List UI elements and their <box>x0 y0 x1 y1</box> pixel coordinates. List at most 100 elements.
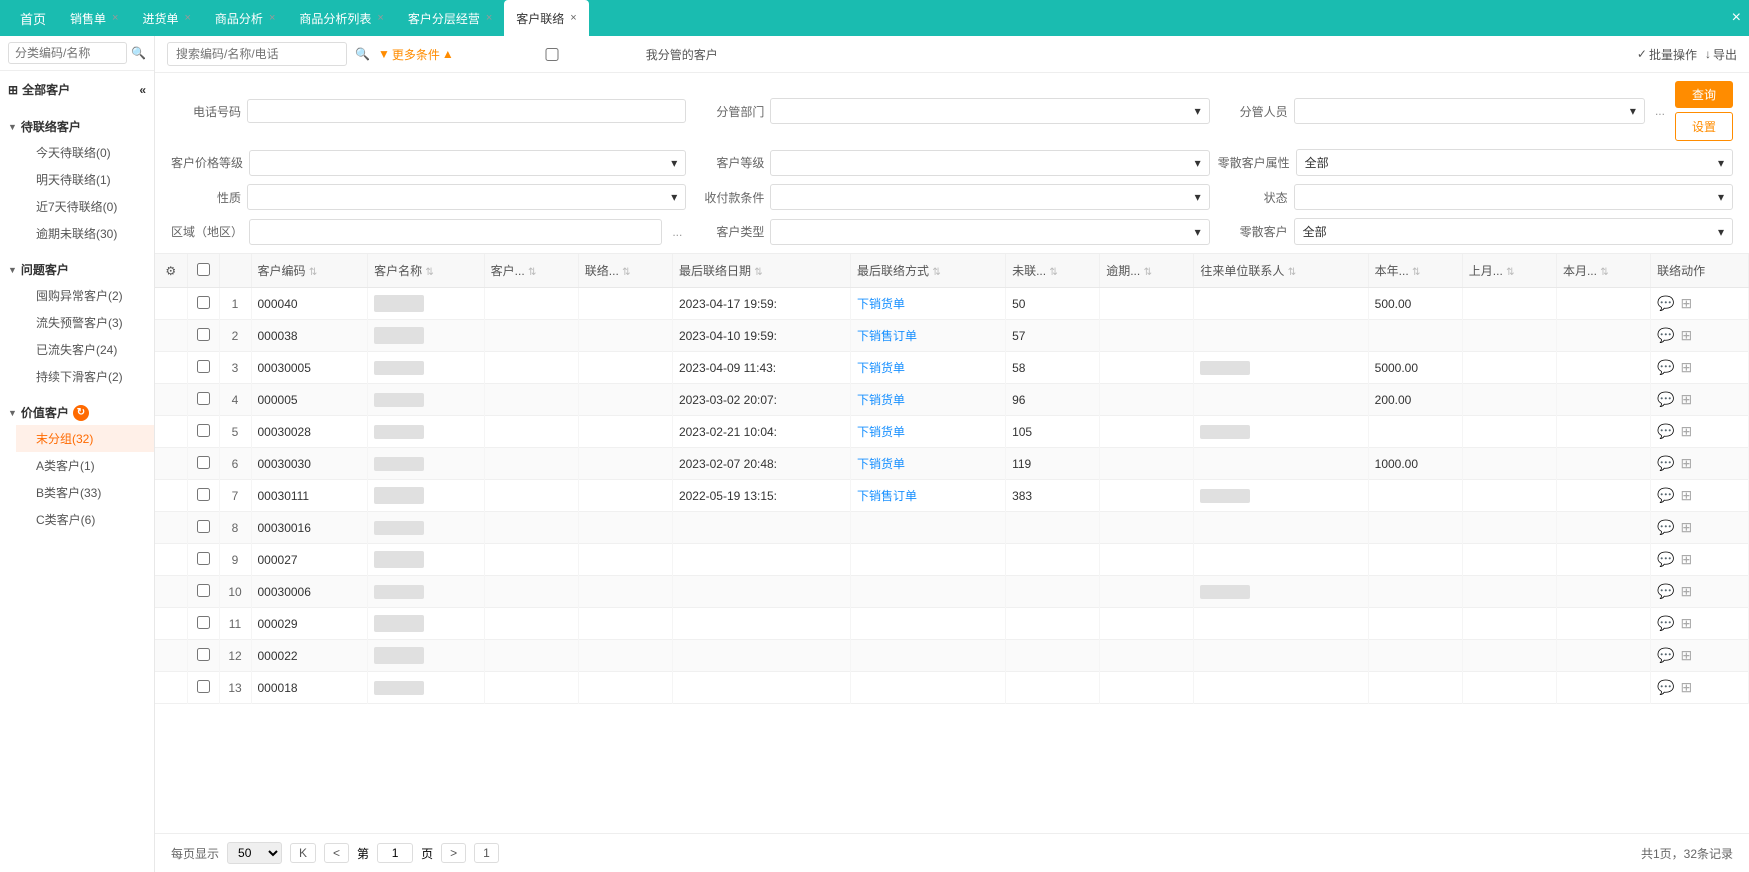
close-product-analysis-list-tab[interactable]: × <box>377 12 383 24</box>
td-checkbox[interactable] <box>187 416 219 448</box>
td-last-contact-way[interactable] <box>851 672 1006 704</box>
td-checkbox[interactable] <box>187 512 219 544</box>
more-action-icon[interactable]: ⊞ <box>1681 327 1693 344</box>
contact-way-link[interactable]: 下销售订单 <box>857 489 917 503</box>
td-last-contact-way[interactable] <box>851 512 1006 544</box>
page-number-input[interactable] <box>377 843 413 863</box>
filter-dept-select[interactable]: ▾ <box>770 98 1209 124</box>
my-customers-checkbox-label[interactable]: 我分管的客户 <box>462 46 718 63</box>
row-checkbox[interactable] <box>197 680 210 693</box>
filter-price-level-select[interactable]: ▾ <box>249 150 686 176</box>
reset-button-panel[interactable]: 设置 <box>1675 112 1733 141</box>
td-last-contact-way[interactable] <box>851 576 1006 608</box>
sidebar-item-churn-warning[interactable]: 流失预警客户(3) <box>16 309 154 336</box>
row-checkbox[interactable] <box>197 584 210 597</box>
more-action-icon[interactable]: ⊞ <box>1681 615 1693 632</box>
row-checkbox[interactable] <box>197 552 210 565</box>
td-checkbox[interactable] <box>187 672 219 704</box>
filter-nature-select[interactable]: ▾ <box>247 184 686 210</box>
th-type[interactable]: 客户... ⇅ <box>484 254 578 288</box>
more-conditions-button[interactable]: ▼ 更多条件 ▲ <box>378 46 454 63</box>
close-customer-layering-tab[interactable]: × <box>486 12 492 24</box>
select-all-checkbox[interactable] <box>197 263 210 276</box>
pending-contact-title[interactable]: ▼ 待联络客户 <box>0 112 154 139</box>
sidebar-item-overdue-pending[interactable]: 逾期未联络(30) <box>16 220 154 247</box>
th-last-contact-date[interactable]: 最后联络日期 ⇅ <box>672 254 850 288</box>
td-checkbox[interactable] <box>187 352 219 384</box>
row-checkbox[interactable] <box>197 424 210 437</box>
td-checkbox[interactable] <box>187 448 219 480</box>
close-product-analysis-tab[interactable]: × <box>269 12 275 24</box>
comment-action-icon[interactable]: 💬 <box>1657 615 1674 632</box>
comment-action-icon[interactable]: 💬 <box>1657 647 1674 664</box>
search-button-panel[interactable]: 查询 <box>1675 81 1733 108</box>
contact-way-link[interactable]: 下销货单 <box>857 393 905 407</box>
row-checkbox[interactable] <box>197 360 210 373</box>
row-checkbox[interactable] <box>197 648 210 661</box>
tab-product-analysis[interactable]: 商品分析 × <box>203 0 287 36</box>
sidebar-item-class-a[interactable]: A类客户(1) <box>16 452 154 479</box>
my-customers-checkbox[interactable] <box>462 48 642 61</box>
comment-action-icon[interactable]: 💬 <box>1657 583 1674 600</box>
more-action-icon[interactable]: ⊞ <box>1681 583 1693 600</box>
more-action-icon[interactable]: ⊞ <box>1681 295 1693 312</box>
comment-action-icon[interactable]: 💬 <box>1657 295 1674 312</box>
comment-action-icon[interactable]: 💬 <box>1657 519 1674 536</box>
td-checkbox[interactable] <box>187 384 219 416</box>
td-checkbox[interactable] <box>187 608 219 640</box>
th-overdue[interactable]: 逾期... ⇅ <box>1100 254 1194 288</box>
last-page-button[interactable]: 1 <box>474 843 499 863</box>
tab-customer-layering[interactable]: 客户分层经营 × <box>396 0 504 36</box>
th-last-month[interactable]: 上月... ⇅ <box>1462 254 1556 288</box>
filter-status-select[interactable]: ▾ <box>1294 184 1733 210</box>
td-checkbox[interactable] <box>187 576 219 608</box>
comment-action-icon[interactable]: 💬 <box>1657 551 1674 568</box>
prev-page-button[interactable]: < <box>324 843 349 863</box>
region-ellipsis[interactable]: ... <box>668 225 686 239</box>
td-last-contact-way[interactable] <box>851 608 1006 640</box>
td-last-contact-way[interactable]: 下销货单 <box>851 416 1006 448</box>
manager-ellipsis[interactable]: ... <box>1651 104 1669 118</box>
search-button[interactable]: 🔍 <box>355 47 370 61</box>
sidebar-item-class-c[interactable]: C类客户(6) <box>16 506 154 533</box>
more-action-icon[interactable]: ⊞ <box>1681 487 1693 504</box>
more-action-icon[interactable]: ⊞ <box>1681 519 1693 536</box>
td-last-contact-way[interactable] <box>851 544 1006 576</box>
td-last-contact-way[interactable]: 下销货单 <box>851 352 1006 384</box>
comment-action-icon[interactable]: 💬 <box>1657 391 1674 408</box>
collapse-sidebar-icon[interactable]: « <box>139 83 146 97</box>
th-contact-person[interactable]: 往来单位联系人 ⇅ <box>1194 254 1368 288</box>
filter-region-select[interactable] <box>249 219 662 245</box>
search-input[interactable] <box>167 42 347 66</box>
td-checkbox[interactable] <box>187 544 219 576</box>
filter-retail-attr-select[interactable]: 全部▾ <box>1296 149 1733 176</box>
more-action-icon[interactable]: ⊞ <box>1681 423 1693 440</box>
next-page-button[interactable]: > <box>441 843 466 863</box>
problem-customer-title[interactable]: ▼ 问题客户 <box>0 255 154 282</box>
filter-phone-input[interactable] <box>247 99 686 123</box>
td-checkbox[interactable] <box>187 640 219 672</box>
td-last-contact-way[interactable]: 下销货单 <box>851 448 1006 480</box>
comment-action-icon[interactable]: 💬 <box>1657 423 1674 440</box>
tab-customer-contact[interactable]: 客户联络 × <box>504 0 588 36</box>
more-action-icon[interactable]: ⊞ <box>1681 455 1693 472</box>
comment-action-icon[interactable]: 💬 <box>1657 455 1674 472</box>
all-customers-header[interactable]: ⊞ 全部客户 « <box>0 75 154 104</box>
th-settings[interactable]: ⚙ <box>155 254 187 288</box>
tab-product-analysis-list[interactable]: 商品分析列表 × <box>287 0 395 36</box>
value-customer-title[interactable]: ▼ 价值客户 ↻ <box>0 398 154 425</box>
page-size-select[interactable]: 50 20 100 <box>227 842 282 864</box>
row-checkbox[interactable] <box>197 520 210 533</box>
th-last-contact-way[interactable]: 最后联络方式 ⇅ <box>851 254 1006 288</box>
contact-way-link[interactable]: 下销售订单 <box>857 329 917 343</box>
contact-way-link[interactable]: 下销货单 <box>857 425 905 439</box>
row-checkbox[interactable] <box>197 296 210 309</box>
sidebar-item-ungrouped[interactable]: 末分组(32) <box>16 425 154 452</box>
close-purchase-order-tab[interactable]: × <box>184 12 190 24</box>
row-checkbox[interactable] <box>197 456 210 469</box>
sidebar-item-today-pending[interactable]: 今天待联络(0) <box>16 139 154 166</box>
close-all-tabs[interactable]: × <box>1732 9 1741 27</box>
sidebar-item-class-b[interactable]: B类客户(33) <box>16 479 154 506</box>
filter-retail-customer-select[interactable]: 全部▾ <box>1294 218 1733 245</box>
filter-payment-term-select[interactable]: ▾ <box>770 184 1209 210</box>
